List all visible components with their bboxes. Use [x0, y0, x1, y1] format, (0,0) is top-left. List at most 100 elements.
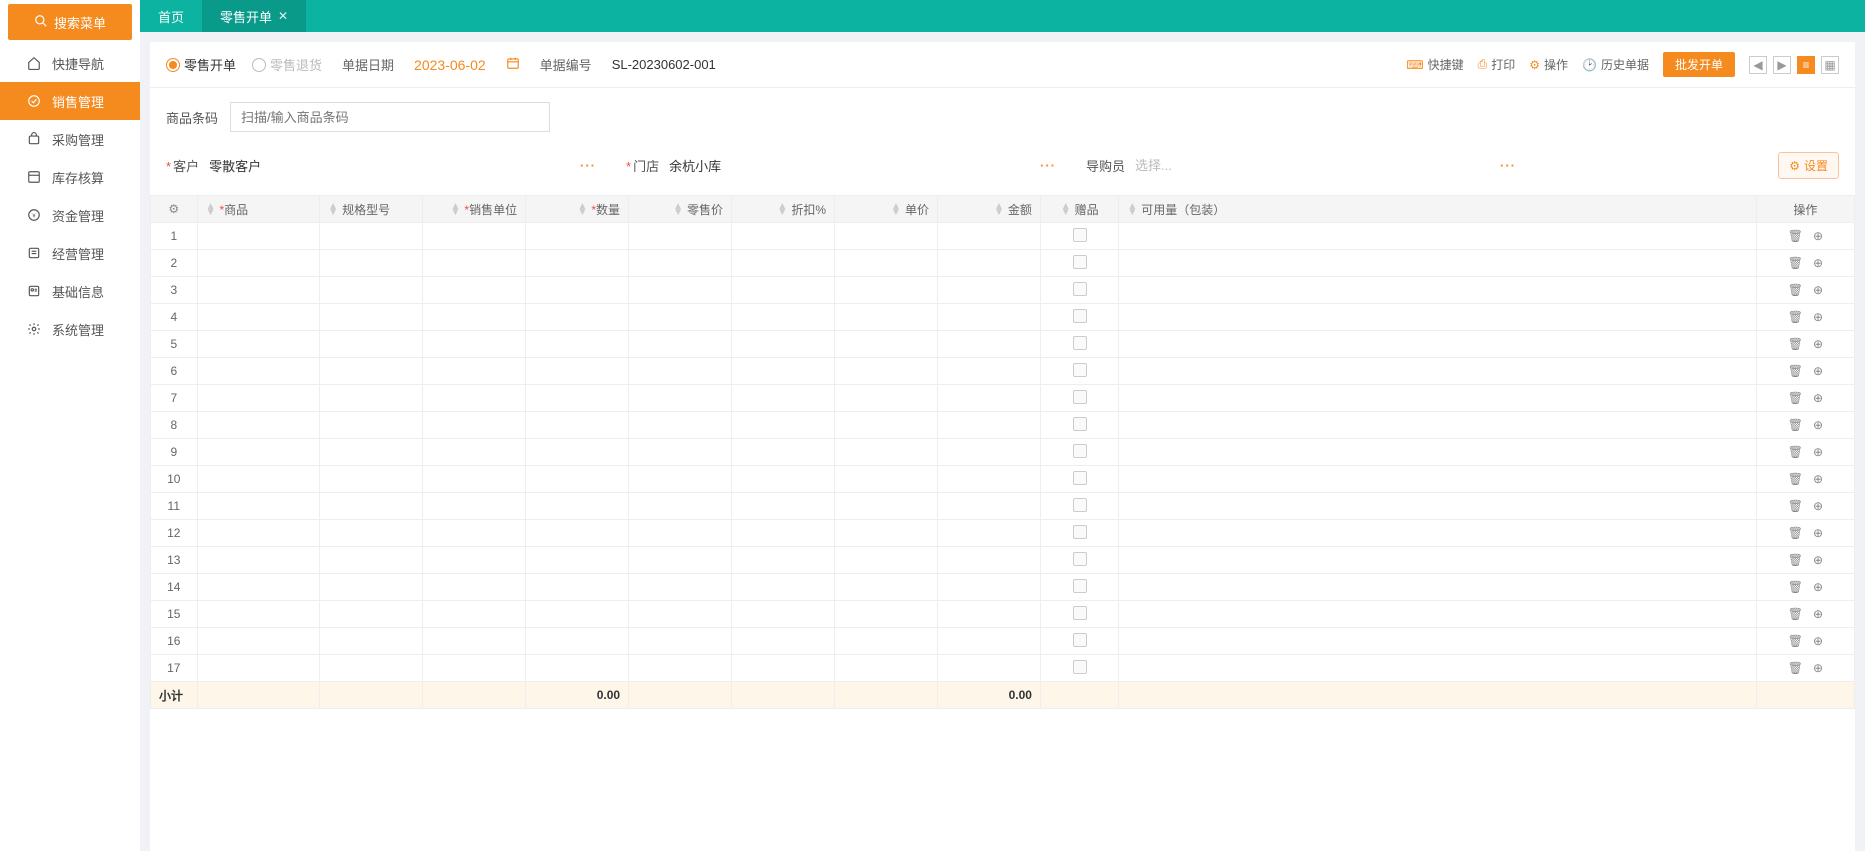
col-product[interactable]: *商品 [197, 196, 320, 223]
cell-product[interactable] [197, 223, 320, 250]
print-button[interactable]: ⎙ 打印 [1478, 56, 1516, 73]
cell-qty[interactable] [526, 304, 629, 331]
delete-row-icon[interactable]: 🗑 [1788, 661, 1803, 675]
add-row-icon[interactable]: ⊕ [1813, 418, 1823, 432]
store-value[interactable]: 余杭小库 [669, 156, 721, 175]
cell-unit-price[interactable] [835, 547, 938, 574]
cell-spec[interactable] [320, 574, 423, 601]
nav-item-2[interactable]: 采购管理 [0, 120, 140, 158]
checkbox-icon[interactable] [1073, 552, 1087, 566]
cell-discount[interactable] [732, 574, 835, 601]
cell-gift[interactable] [1040, 358, 1118, 385]
shortcut-button[interactable]: ⌨ 快捷键 [1406, 56, 1463, 73]
settings-button[interactable]: ⚙ 设置 [1778, 152, 1839, 179]
col-available[interactable]: 可用量（包装） [1119, 196, 1756, 223]
add-row-icon[interactable]: ⊕ [1813, 607, 1823, 621]
nav-item-6[interactable]: 基础信息 [0, 272, 140, 310]
cell-product[interactable] [197, 304, 320, 331]
cell-retail[interactable] [629, 304, 732, 331]
delete-row-icon[interactable]: 🗑 [1788, 310, 1803, 324]
cell-sale-unit[interactable] [423, 601, 526, 628]
cell-retail[interactable] [629, 223, 732, 250]
checkbox-icon[interactable] [1073, 444, 1087, 458]
table-row[interactable]: 6🗑⊕ [151, 358, 1855, 385]
cell-unit-price[interactable] [835, 439, 938, 466]
checkbox-icon[interactable] [1073, 363, 1087, 377]
delete-row-icon[interactable]: 🗑 [1788, 283, 1803, 297]
cell-amount[interactable] [937, 358, 1040, 385]
nav-item-5[interactable]: 经营管理 [0, 234, 140, 272]
checkbox-icon[interactable] [1073, 525, 1087, 539]
checkbox-icon[interactable] [1073, 228, 1087, 242]
cell-unit-price[interactable] [835, 223, 938, 250]
cell-gift[interactable] [1040, 628, 1118, 655]
cell-product[interactable] [197, 331, 320, 358]
close-icon[interactable]: ✕ [278, 9, 288, 23]
cell-product[interactable] [197, 277, 320, 304]
wholesale-button[interactable]: 批发开单 [1663, 52, 1735, 77]
operate-button[interactable]: ⚙ 操作 [1529, 56, 1568, 73]
cell-unit-price[interactable] [835, 466, 938, 493]
customer-value[interactable]: 零散客户 [209, 156, 261, 175]
cell-product[interactable] [197, 628, 320, 655]
next-doc-button[interactable]: ▶ [1773, 56, 1791, 74]
col-sale-unit[interactable]: *销售单位 [423, 196, 526, 223]
cell-spec[interactable] [320, 655, 423, 682]
cell-amount[interactable] [937, 601, 1040, 628]
cell-qty[interactable] [526, 520, 629, 547]
search-menu-button[interactable]: 搜索菜单 [8, 4, 132, 40]
cell-qty[interactable] [526, 250, 629, 277]
cell-retail[interactable] [629, 412, 732, 439]
cell-product[interactable] [197, 574, 320, 601]
cell-qty[interactable] [526, 385, 629, 412]
cell-discount[interactable] [732, 655, 835, 682]
cell-unit-price[interactable] [835, 385, 938, 412]
add-row-icon[interactable]: ⊕ [1813, 337, 1823, 351]
cell-gift[interactable] [1040, 331, 1118, 358]
cell-product[interactable] [197, 466, 320, 493]
cell-unit-price[interactable] [835, 493, 938, 520]
cell-sale-unit[interactable] [423, 331, 526, 358]
cell-discount[interactable] [732, 466, 835, 493]
cell-discount[interactable] [732, 601, 835, 628]
table-row[interactable]: 7🗑⊕ [151, 385, 1855, 412]
tab-0[interactable]: 首页 [140, 0, 202, 32]
checkbox-icon[interactable] [1073, 579, 1087, 593]
cell-amount[interactable] [937, 385, 1040, 412]
cell-retail[interactable] [629, 574, 732, 601]
cell-amount[interactable] [937, 466, 1040, 493]
checkbox-icon[interactable] [1073, 336, 1087, 350]
table-row[interactable]: 1🗑⊕ [151, 223, 1855, 250]
delete-row-icon[interactable]: 🗑 [1788, 526, 1803, 540]
delete-row-icon[interactable]: 🗑 [1788, 445, 1803, 459]
salesman-input[interactable] [1135, 158, 1395, 173]
history-button[interactable]: 🕑 历史单据 [1582, 56, 1649, 73]
cell-retail[interactable] [629, 439, 732, 466]
cell-qty[interactable] [526, 466, 629, 493]
cell-discount[interactable] [732, 358, 835, 385]
add-row-icon[interactable]: ⊕ [1813, 526, 1823, 540]
cell-unit-price[interactable] [835, 277, 938, 304]
view-list-button[interactable]: ≡ [1797, 56, 1815, 74]
barcode-input[interactable] [230, 102, 550, 132]
cell-amount[interactable] [937, 574, 1040, 601]
add-row-icon[interactable]: ⊕ [1813, 283, 1823, 297]
cell-gift[interactable] [1040, 385, 1118, 412]
checkbox-icon[interactable] [1073, 390, 1087, 404]
cell-product[interactable] [197, 250, 320, 277]
cell-sale-unit[interactable] [423, 304, 526, 331]
cell-product[interactable] [197, 655, 320, 682]
cell-amount[interactable] [937, 277, 1040, 304]
cell-gift[interactable] [1040, 304, 1118, 331]
delete-row-icon[interactable]: 🗑 [1788, 499, 1803, 513]
add-row-icon[interactable]: ⊕ [1813, 634, 1823, 648]
cell-sale-unit[interactable] [423, 493, 526, 520]
delete-row-icon[interactable]: 🗑 [1788, 364, 1803, 378]
cell-retail[interactable] [629, 466, 732, 493]
cell-amount[interactable] [937, 223, 1040, 250]
cell-qty[interactable] [526, 574, 629, 601]
customer-more-icon[interactable]: ··· [580, 158, 596, 173]
cell-discount[interactable] [732, 412, 835, 439]
cell-product[interactable] [197, 358, 320, 385]
cell-gift[interactable] [1040, 277, 1118, 304]
